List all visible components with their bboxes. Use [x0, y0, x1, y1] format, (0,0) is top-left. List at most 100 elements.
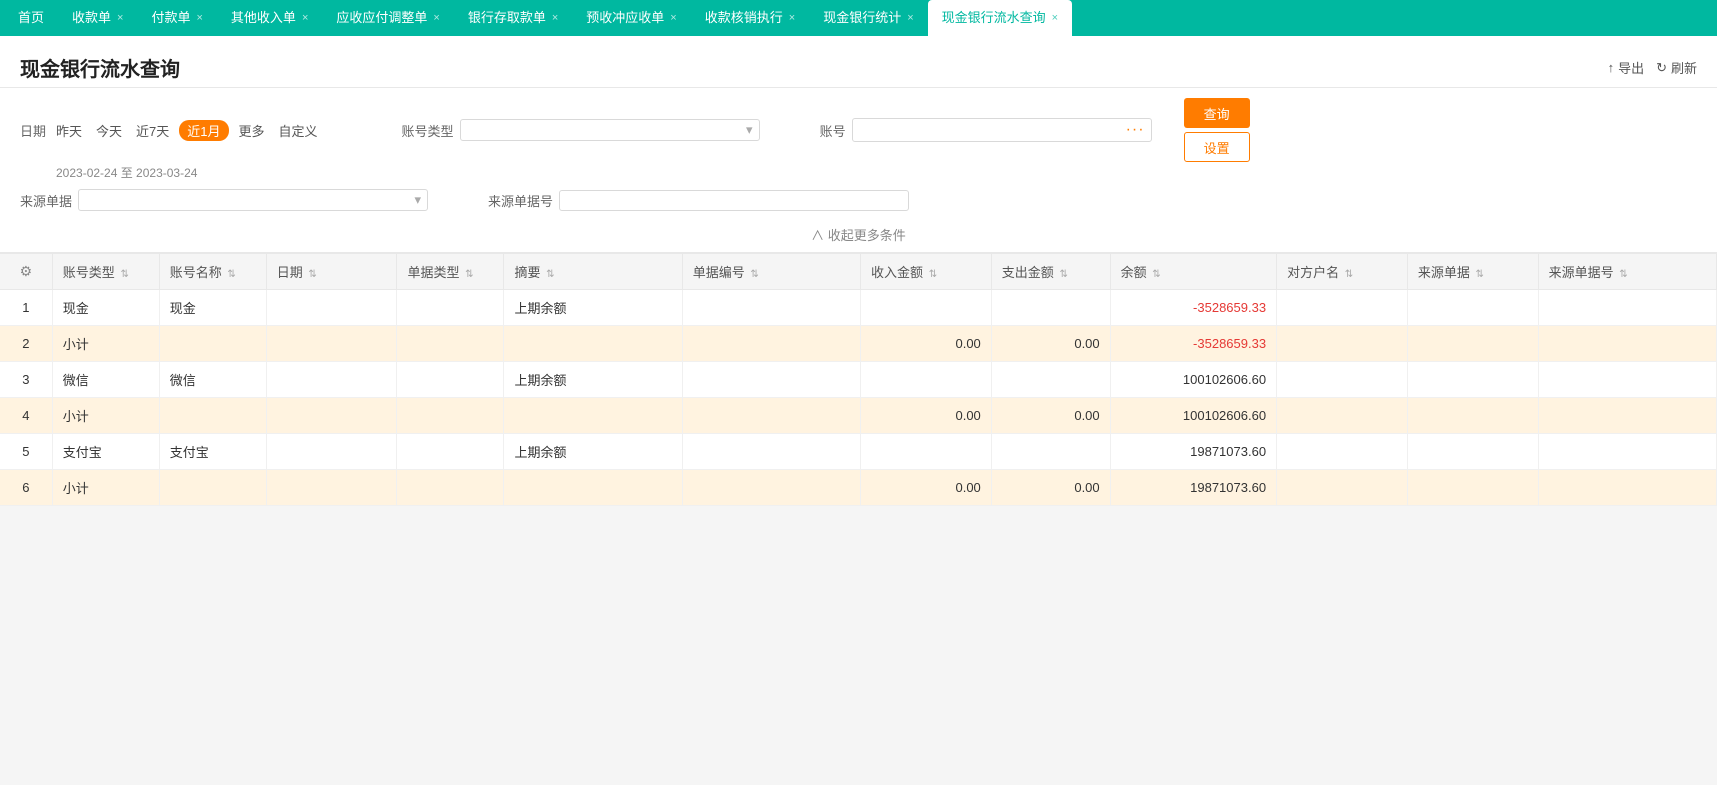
close-icon[interactable]: × [552, 0, 558, 36]
settings-button[interactable]: 设置 [1184, 132, 1250, 162]
nav-receipt[interactable]: 收款单 × [58, 0, 137, 36]
col-sourceno[interactable]: 来源单据号 ⇅ [1538, 254, 1716, 290]
action-buttons: 查询 设置 [1184, 98, 1250, 162]
table-wrap: ⚙ 账号类型 ⇅ 账号名称 ⇅ 日期 ⇅ 单据类型 ⇅ [0, 253, 1717, 506]
date-shortcuts: 昨天 今天 近7天 近1月 更多 自定义 [52, 119, 322, 142]
nav-verification[interactable]: 收款核销执行 × [691, 0, 809, 36]
close-icon[interactable]: × [117, 0, 123, 36]
sort-icon: ⇅ [1475, 269, 1483, 280]
account-type-input[interactable]: ▾ [460, 119, 760, 141]
date-custom[interactable]: 自定义 [275, 119, 322, 142]
col-gear[interactable]: ⚙ [0, 254, 52, 290]
sort-icon: ⇅ [227, 269, 235, 280]
sort-icon: ⇅ [546, 269, 554, 280]
collapse-icon: ∧ [811, 228, 828, 243]
date-range-display: 2023-02-24 至 2023-03-24 [56, 166, 197, 180]
data-table: ⚙ 账号类型 ⇅ 账号名称 ⇅ 日期 ⇅ 单据类型 ⇅ [0, 253, 1717, 506]
col-balance[interactable]: 余额 ⇅ [1110, 254, 1276, 290]
date-label: 日期 [20, 121, 46, 140]
close-icon[interactable]: × [196, 0, 202, 36]
account-type-group: 账号类型 ▾ [402, 119, 760, 141]
refresh-button[interactable]: ↻ 刷新 [1656, 58, 1697, 77]
table-row[interactable]: 1现金现金上期余额-3528659.33 [0, 290, 1717, 326]
col-docno[interactable]: 单据编号 ⇅ [682, 254, 860, 290]
col-actype[interactable]: 账号类型 ⇅ [52, 254, 159, 290]
refresh-icon: ↻ [1656, 60, 1667, 76]
account-num-group: 账号 ··· [820, 118, 1152, 142]
account-num-label: 账号 [820, 121, 846, 140]
source-doc-label: 来源单据 [20, 191, 72, 210]
source-doc-input[interactable]: ▾ [78, 189, 428, 211]
collapse-bar[interactable]: ∧ 收起更多条件 [20, 221, 1697, 252]
close-icon[interactable]: × [302, 0, 308, 36]
more-icon[interactable]: ··· [1126, 121, 1145, 139]
sort-icon: ⇅ [308, 269, 316, 280]
table-row[interactable]: 6小计0.000.0019871073.60 [0, 470, 1717, 506]
sort-icon: ⇅ [1345, 269, 1353, 280]
table-row[interactable]: 5支付宝支付宝上期余额19871073.60 [0, 434, 1717, 470]
export-icon: ↑ [1608, 60, 1615, 75]
table-body: 1现金现金上期余额-3528659.332小计0.000.00-3528659.… [0, 290, 1717, 506]
close-icon[interactable]: × [433, 0, 439, 36]
col-acname[interactable]: 账号名称 ⇅ [159, 254, 266, 290]
sort-icon: ⇅ [120, 269, 128, 280]
table-row[interactable]: 4小计0.000.00100102606.60 [0, 398, 1717, 434]
col-income[interactable]: 收入金额 ⇅ [861, 254, 992, 290]
close-icon[interactable]: × [1052, 0, 1058, 36]
table-header-row: ⚙ 账号类型 ⇅ 账号名称 ⇅ 日期 ⇅ 单据类型 ⇅ [0, 254, 1717, 290]
account-field[interactable] [859, 123, 1126, 138]
nav-other-income[interactable]: 其他收入单 × [217, 0, 322, 36]
nav-bank-deposit[interactable]: 银行存取款单 × [454, 0, 572, 36]
filter-row-2: 来源单据 ▾ 来源单据号 [20, 189, 1697, 211]
gear-icon[interactable]: ⚙ [20, 263, 33, 279]
date-more[interactable]: 更多 [235, 119, 269, 142]
sort-icon: ⇅ [750, 269, 758, 280]
filter-row-1: 日期 昨天 今天 近7天 近1月 更多 自定义 账号类型 ▾ 账号 ··· [20, 98, 1697, 162]
col-counterparty[interactable]: 对方户名 ⇅ [1277, 254, 1408, 290]
sort-icon: ⇅ [465, 269, 473, 280]
account-type-label: 账号类型 [402, 121, 454, 140]
dropdown-icon: ▾ [746, 122, 753, 138]
account-type-field[interactable] [467, 123, 742, 138]
source-doc-no-field[interactable] [566, 193, 902, 208]
col-source[interactable]: 来源单据 ⇅ [1407, 254, 1538, 290]
close-icon[interactable]: × [789, 0, 795, 36]
header-actions: ↑ 导出 ↻ 刷新 [1608, 58, 1697, 77]
sort-icon: ⇅ [1152, 269, 1160, 280]
sort-icon: ⇅ [929, 269, 937, 280]
source-doc-group: 来源单据 ▾ [20, 189, 428, 211]
close-icon[interactable]: × [907, 0, 913, 36]
export-button[interactable]: ↑ 导出 [1608, 58, 1645, 77]
col-doctype[interactable]: 单据类型 ⇅ [397, 254, 504, 290]
page-title: 现金银行流水查询 [20, 53, 180, 82]
sort-icon: ⇅ [1619, 269, 1627, 280]
date-7days[interactable]: 近7天 [132, 119, 173, 142]
close-icon[interactable]: × [670, 0, 676, 36]
date-filter-group: 日期 昨天 今天 近7天 近1月 更多 自定义 [20, 119, 322, 142]
date-today[interactable]: 今天 [92, 119, 126, 142]
date-1month[interactable]: 近1月 [179, 120, 228, 141]
col-summary[interactable]: 摘要 ⇅ [504, 254, 682, 290]
source-doc-field[interactable] [85, 193, 410, 208]
source-doc-no-input[interactable] [559, 190, 909, 211]
page-header: 现金银行流水查询 ↑ 导出 ↻ 刷新 [0, 36, 1717, 88]
nav-statistics[interactable]: 现金银行统计 × [809, 0, 927, 36]
nav-flow-query[interactable]: 现金银行流水查询 × [928, 0, 1072, 36]
query-button[interactable]: 查询 [1184, 98, 1250, 128]
filter-area: 日期 昨天 今天 近7天 近1月 更多 自定义 账号类型 ▾ 账号 ··· [0, 88, 1717, 253]
dropdown-icon: ▾ [414, 192, 421, 208]
source-doc-no-group: 来源单据号 [488, 190, 909, 211]
top-nav: 首页 收款单 × 付款单 × 其他收入单 × 应收应付调整单 × 银行存取款单 … [0, 0, 1717, 36]
col-date[interactable]: 日期 ⇅ [266, 254, 397, 290]
nav-home[interactable]: 首页 [4, 0, 58, 36]
date-yesterday[interactable]: 昨天 [52, 119, 86, 142]
nav-prepay[interactable]: 预收冲应收单 × [572, 0, 690, 36]
col-expense[interactable]: 支出金额 ⇅ [991, 254, 1110, 290]
nav-payment[interactable]: 付款单 × [137, 0, 216, 36]
table-row[interactable]: 2小计0.000.00-3528659.33 [0, 326, 1717, 362]
nav-adjustment[interactable]: 应收应付调整单 × [322, 0, 453, 36]
account-input[interactable]: ··· [852, 118, 1152, 142]
sort-icon: ⇅ [1059, 269, 1067, 280]
source-doc-no-label: 来源单据号 [488, 191, 553, 210]
table-row[interactable]: 3微信微信上期余额100102606.60 [0, 362, 1717, 398]
